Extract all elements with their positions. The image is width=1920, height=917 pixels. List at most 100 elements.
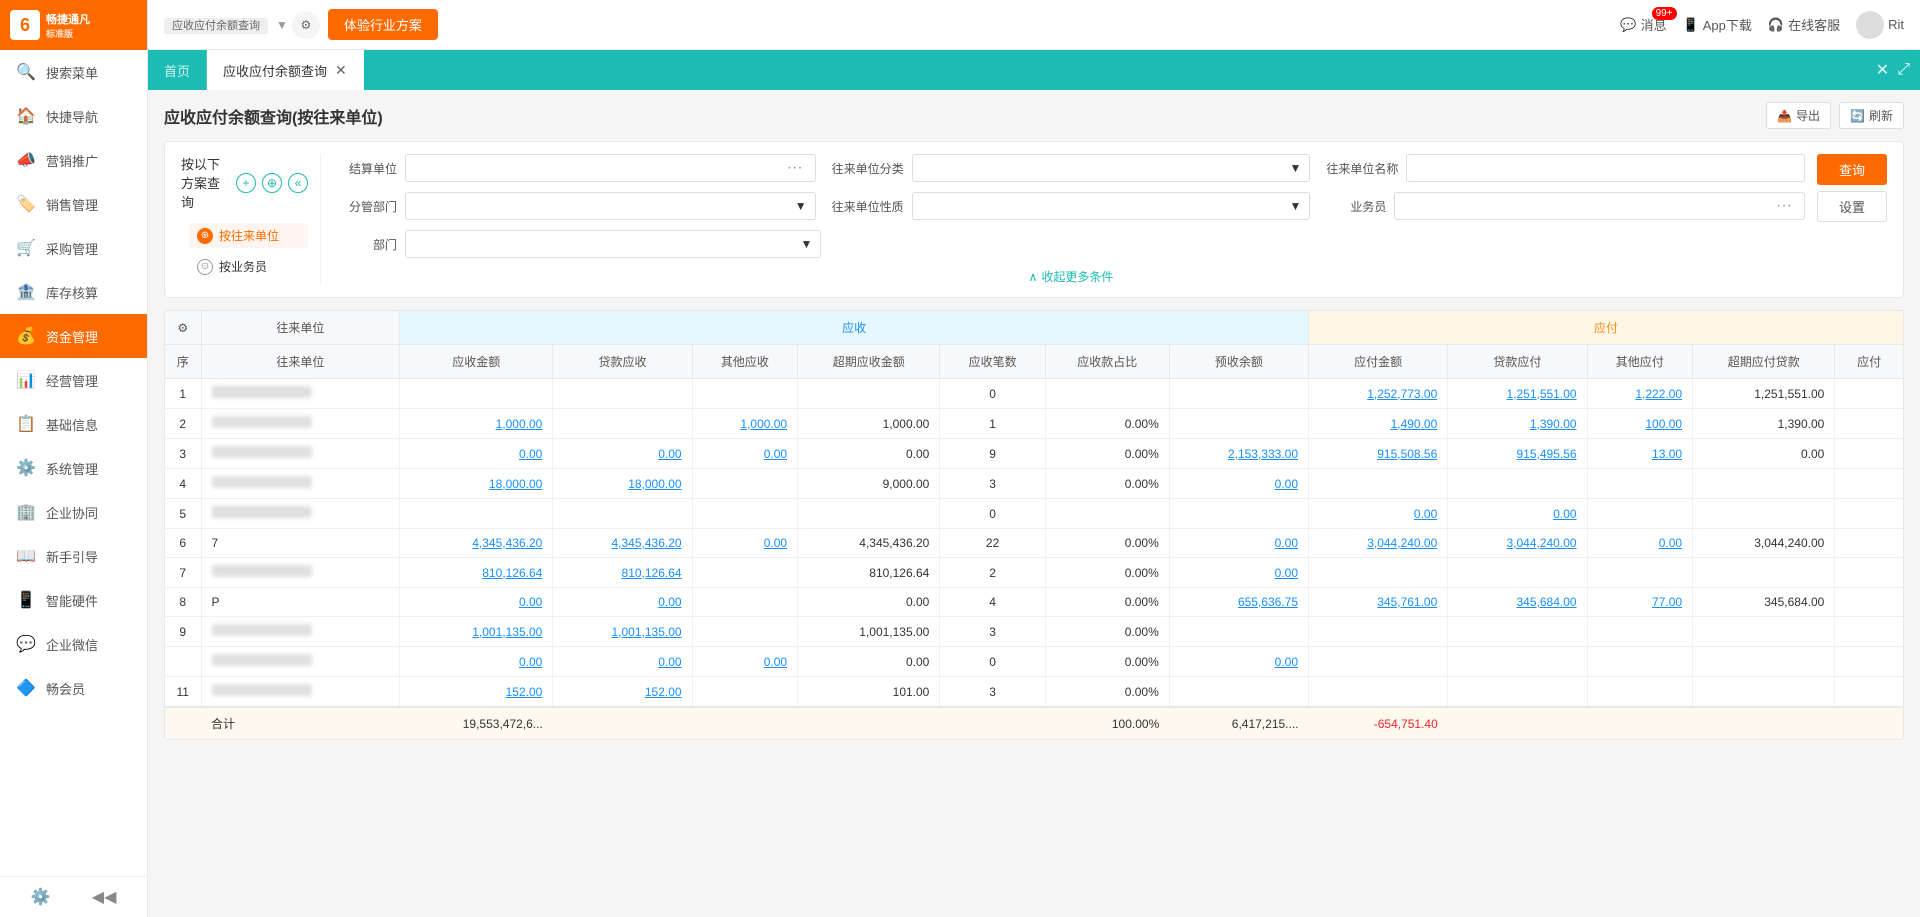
table-cell[interactable] (1587, 617, 1693, 647)
sidebar-item-sales[interactable]: 🏷️ 销售管理 (0, 182, 147, 226)
unit-category-select[interactable]: ▼ (912, 154, 1311, 182)
app-download-btn[interactable]: 📱 App下载 (1683, 15, 1752, 34)
table-cell[interactable] (692, 588, 798, 617)
sidebar-item-quicknav[interactable]: 🏠 快捷导航 (0, 94, 147, 138)
table-cell[interactable]: 655,636.75 (1169, 588, 1308, 617)
table-cell[interactable] (553, 499, 692, 529)
table-cell[interactable] (1309, 469, 1448, 499)
table-cell[interactable] (1169, 499, 1308, 529)
dept2-select[interactable]: ▼ (405, 230, 821, 258)
table-cell[interactable]: 3,044,240.00 (1448, 529, 1587, 558)
table-cell[interactable]: 0.00 (400, 647, 553, 677)
filter-settings-btn[interactable]: ⊕ (262, 173, 282, 193)
staff-input[interactable]: ··· (1394, 192, 1805, 220)
query-button[interactable]: 查询 (1817, 154, 1887, 185)
table-cell[interactable]: 0.00 (1169, 647, 1308, 677)
table-cell[interactable]: 0.00 (692, 439, 798, 469)
tab-maximize-btn[interactable]: ⤢ (1897, 61, 1910, 79)
table-cell[interactable] (692, 558, 798, 588)
table-cell[interactable]: 0.00 (400, 439, 553, 469)
table-cell[interactable] (1448, 617, 1587, 647)
table-row[interactable]: 11152.00152.00101.0030.00% (165, 677, 1903, 708)
user-profile[interactable]: Rit (1856, 11, 1904, 39)
sidebar-item-base[interactable]: 📋 基础信息 (0, 402, 147, 446)
table-cell[interactable]: 345,684.00 (1448, 588, 1587, 617)
table-cell[interactable]: 2,153,333.00 (1169, 439, 1308, 469)
header-settings-btn[interactable]: ⚙ (292, 11, 320, 39)
table-cell[interactable]: 0.00 (1587, 529, 1693, 558)
table-row[interactable]: 91,001,135.001,001,135.001,001,135.0030.… (165, 617, 1903, 647)
table-cell[interactable]: 3,044,240.00 (1309, 529, 1448, 558)
table-cell[interactable] (1169, 379, 1308, 409)
table-cell[interactable]: 810,126.64 (400, 558, 553, 588)
table-cell[interactable]: 4,345,436.20 (553, 529, 692, 558)
table-cell[interactable]: 915,508.56 (1309, 439, 1448, 469)
filter-add-btn[interactable]: + (236, 173, 256, 193)
table-cell[interactable]: 1,390.00 (1448, 409, 1587, 439)
table-cell[interactable] (1448, 647, 1587, 677)
unit-nature-select[interactable]: ▼ (912, 192, 1311, 220)
table-cell[interactable] (400, 379, 553, 409)
table-cell[interactable] (1309, 677, 1448, 708)
table-cell[interactable] (1587, 558, 1693, 588)
table-cell[interactable] (692, 677, 798, 708)
table-cell[interactable]: 152.00 (400, 677, 553, 708)
table-cell[interactable]: 18,000.00 (553, 469, 692, 499)
table-cell[interactable]: 0.00 (553, 588, 692, 617)
table-cell[interactable] (1169, 677, 1308, 708)
table-row[interactable]: 674,345,436.204,345,436.200.004,345,436.… (165, 529, 1903, 558)
table-cell[interactable]: 0.00 (553, 647, 692, 677)
table-cell[interactable]: 0.00 (553, 439, 692, 469)
table-cell[interactable]: 1,251,551.00 (1448, 379, 1587, 409)
table-cell[interactable]: 1,001,135.00 (400, 617, 553, 647)
settlement-input[interactable]: ··· (405, 154, 816, 182)
unit-name-input[interactable] (1406, 154, 1805, 182)
table-cell[interactable]: 915,495.56 (1448, 439, 1587, 469)
table-cell[interactable]: 0.00 (1169, 469, 1308, 499)
tab-close-window-btn[interactable]: ✕ (1876, 60, 1889, 80)
table-cell[interactable]: 4,345,436.20 (400, 529, 553, 558)
table-cell[interactable]: 0.00 (692, 529, 798, 558)
table-row[interactable]: 101,252,773.001,251,551.001,222.001,251,… (165, 379, 1903, 409)
sidebar-item-finance[interactable]: 💰 资金管理 (0, 314, 147, 358)
table-cell[interactable] (1587, 499, 1693, 529)
table-cell[interactable]: 18,000.00 (400, 469, 553, 499)
table-cell[interactable]: 0.00 (1448, 499, 1587, 529)
table-cell[interactable]: 13.00 (1587, 439, 1693, 469)
table-cell[interactable] (692, 617, 798, 647)
table-row[interactable]: 21,000.001,000.001,000.0010.00%1,490.001… (165, 409, 1903, 439)
table-cell[interactable] (1169, 617, 1308, 647)
tab-home[interactable]: 首页 (148, 50, 207, 90)
table-cell[interactable] (1587, 647, 1693, 677)
sidebar-item-purchase[interactable]: 🛒 采购管理 (0, 226, 147, 270)
collapse-more-btn[interactable]: ∧ 收起更多条件 (1029, 268, 1114, 285)
table-cell[interactable] (1448, 677, 1587, 708)
sidebar-item-search[interactable]: 🔍 搜索菜单 (0, 50, 147, 94)
table-cell[interactable] (1448, 558, 1587, 588)
refresh-btn[interactable]: 🔄 刷新 (1839, 102, 1904, 129)
export-btn[interactable]: 📤 导出 (1766, 102, 1831, 129)
table-cell[interactable] (553, 409, 692, 439)
table-cell[interactable] (1587, 677, 1693, 708)
table-cell[interactable]: 1,000.00 (400, 409, 553, 439)
message-btn[interactable]: 💬 消息 99+ (1620, 15, 1666, 34)
table-row[interactable]: 30.000.000.000.0090.00%2,153,333.00915,5… (165, 439, 1903, 469)
filter-sub-by-unit[interactable]: ⊕ 按往来单位 (189, 223, 308, 248)
dept-select[interactable]: ▼ (405, 192, 816, 220)
tab-ar-ap[interactable]: 应收应付余额查询 ✕ (207, 50, 364, 90)
table-cell[interactable] (553, 379, 692, 409)
sidebar-item-marketing[interactable]: 📣 营销推广 (0, 138, 147, 182)
table-cell[interactable]: 152.00 (553, 677, 692, 708)
table-cell[interactable]: 0.00 (1169, 558, 1308, 588)
table-cell[interactable] (692, 469, 798, 499)
tab-close-btn[interactable]: ✕ (335, 62, 347, 79)
table-row[interactable]: 0.000.000.000.0000.00%0.00 (165, 647, 1903, 677)
th-settings[interactable]: ⚙ (165, 311, 201, 345)
table-cell[interactable]: 1,000.00 (692, 409, 798, 439)
table-cell[interactable]: 0.00 (400, 588, 553, 617)
table-cell[interactable]: 100.00 (1587, 409, 1693, 439)
chevron-down-icon[interactable]: ▼ (276, 18, 288, 32)
table-cell[interactable]: 1,252,773.00 (1309, 379, 1448, 409)
table-cell[interactable]: 1,490.00 (1309, 409, 1448, 439)
table-cell[interactable]: 0.00 (692, 647, 798, 677)
